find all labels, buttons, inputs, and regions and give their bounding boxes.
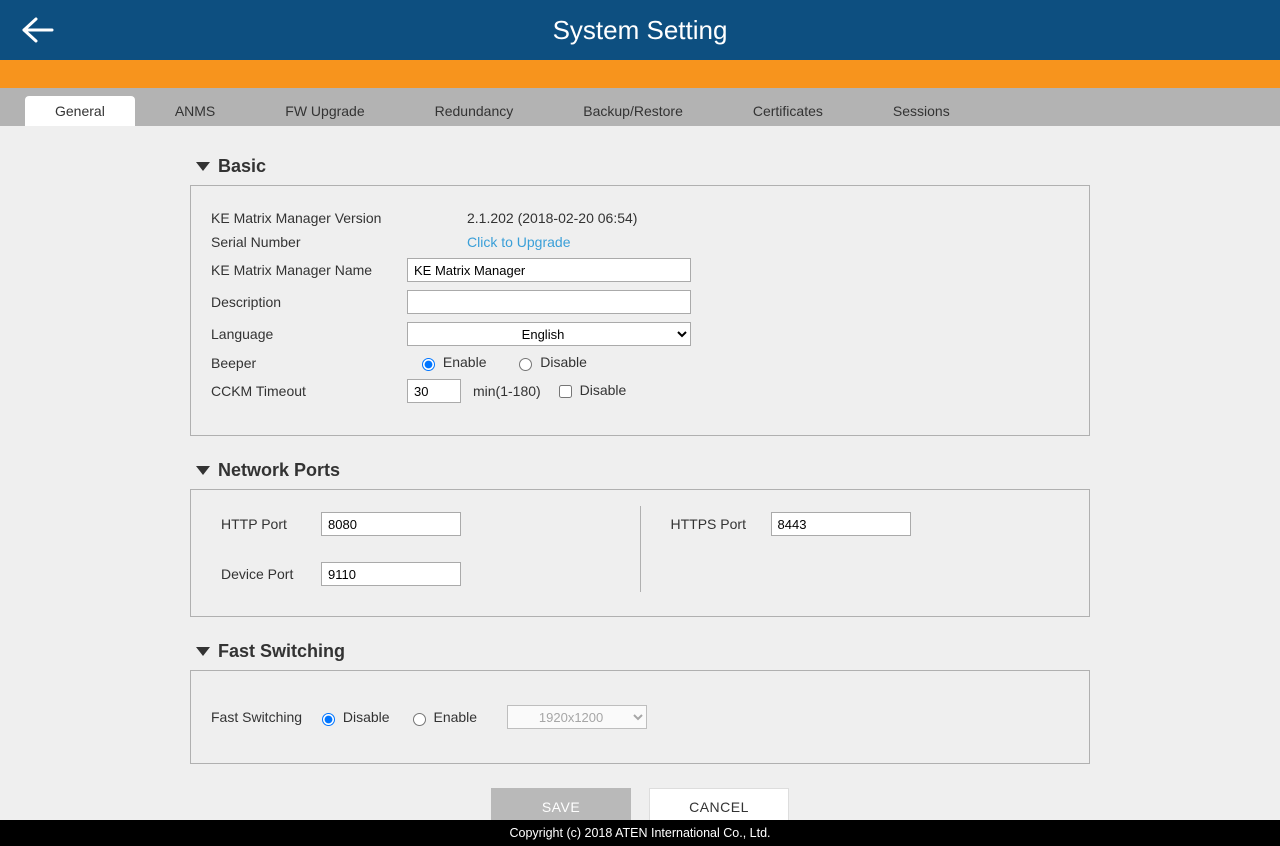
- version-label: KE Matrix Manager Version: [211, 210, 407, 226]
- language-label: Language: [211, 326, 407, 342]
- beeper-enable-radio[interactable]: [422, 358, 435, 371]
- https-port-label: HTTPS Port: [671, 516, 771, 532]
- fast-enable-radio[interactable]: [413, 713, 426, 726]
- accent-bar: [0, 60, 1280, 88]
- tab-bar: General ANMS FW Upgrade Redundancy Backu…: [0, 88, 1280, 126]
- beeper-disable-radio[interactable]: [519, 358, 532, 371]
- content-scroll[interactable]: Basic KE Matrix Manager Version 2.1.202 …: [0, 126, 1280, 820]
- timeout-hint: min(1-180): [473, 383, 541, 399]
- https-port-input[interactable]: [771, 512, 911, 536]
- upgrade-link[interactable]: Click to Upgrade: [467, 234, 571, 250]
- serial-label: Serial Number: [211, 234, 407, 250]
- tab-anms[interactable]: ANMS: [145, 96, 245, 126]
- beeper-label: Beeper: [211, 355, 407, 371]
- http-port-label: HTTP Port: [221, 516, 321, 532]
- tab-certificates[interactable]: Certificates: [723, 96, 853, 126]
- chevron-down-icon: [196, 162, 210, 171]
- fast-disable-option[interactable]: Disable: [317, 709, 390, 726]
- content-inner: Basic KE Matrix Manager Version 2.1.202 …: [190, 126, 1090, 820]
- page-title: System Setting: [553, 15, 728, 46]
- tab-general[interactable]: General: [25, 96, 135, 126]
- manager-name-input[interactable]: [407, 258, 691, 282]
- device-port-input[interactable]: [321, 562, 461, 586]
- timeout-disable-checkbox[interactable]: [559, 385, 572, 398]
- fast-disable-radio[interactable]: [322, 713, 335, 726]
- back-button[interactable]: [18, 10, 58, 50]
- section-network-title: Network Ports: [218, 460, 340, 481]
- tab-fw-upgrade[interactable]: FW Upgrade: [255, 96, 394, 126]
- footer-bar: Copyright (c) 2018 ATEN International Co…: [0, 820, 1280, 846]
- arrow-left-icon: [20, 15, 56, 45]
- tab-sessions[interactable]: Sessions: [863, 96, 980, 126]
- section-fast-header[interactable]: Fast Switching: [190, 641, 1090, 662]
- top-header: System Setting: [0, 0, 1280, 60]
- http-port-input[interactable]: [321, 512, 461, 536]
- section-fast-title: Fast Switching: [218, 641, 345, 662]
- section-basic-title: Basic: [218, 156, 266, 177]
- panel-network: HTTP Port Device Port HTTPS Port: [190, 489, 1090, 617]
- fast-switching-label: Fast Switching: [211, 709, 317, 725]
- save-button[interactable]: SAVE: [491, 788, 631, 820]
- copyright-text: Copyright (c) 2018 ATEN International Co…: [509, 826, 770, 840]
- timeout-disable-option[interactable]: Disable: [555, 382, 627, 401]
- manager-name-label: KE Matrix Manager Name: [211, 262, 407, 278]
- description-input[interactable]: [407, 290, 691, 314]
- panel-fast: Fast Switching Disable Enable 1920x1200: [190, 670, 1090, 764]
- chevron-down-icon: [196, 466, 210, 475]
- action-buttons: SAVE CANCEL: [190, 788, 1090, 820]
- section-network-header[interactable]: Network Ports: [190, 460, 1090, 481]
- language-select[interactable]: English: [407, 322, 691, 346]
- tab-redundancy[interactable]: Redundancy: [405, 96, 544, 126]
- vertical-divider: [640, 506, 641, 592]
- fast-enable-option[interactable]: Enable: [408, 709, 477, 726]
- cancel-button[interactable]: CANCEL: [649, 788, 789, 820]
- timeout-input[interactable]: [407, 379, 461, 403]
- panel-basic: KE Matrix Manager Version 2.1.202 (2018-…: [190, 185, 1090, 436]
- description-label: Description: [211, 294, 407, 310]
- tab-backup-restore[interactable]: Backup/Restore: [553, 96, 713, 126]
- fast-resolution-select[interactable]: 1920x1200: [507, 705, 647, 729]
- beeper-enable-option[interactable]: Enable: [417, 354, 490, 370]
- beeper-disable-option[interactable]: Disable: [514, 354, 587, 370]
- device-port-label: Device Port: [221, 566, 321, 582]
- chevron-down-icon: [196, 647, 210, 656]
- page-root: System Setting General ANMS FW Upgrade R…: [0, 0, 1280, 846]
- section-basic-header[interactable]: Basic: [190, 156, 1090, 177]
- timeout-label: CCKM Timeout: [211, 383, 407, 399]
- version-value: 2.1.202 (2018-02-20 06:54): [467, 210, 637, 226]
